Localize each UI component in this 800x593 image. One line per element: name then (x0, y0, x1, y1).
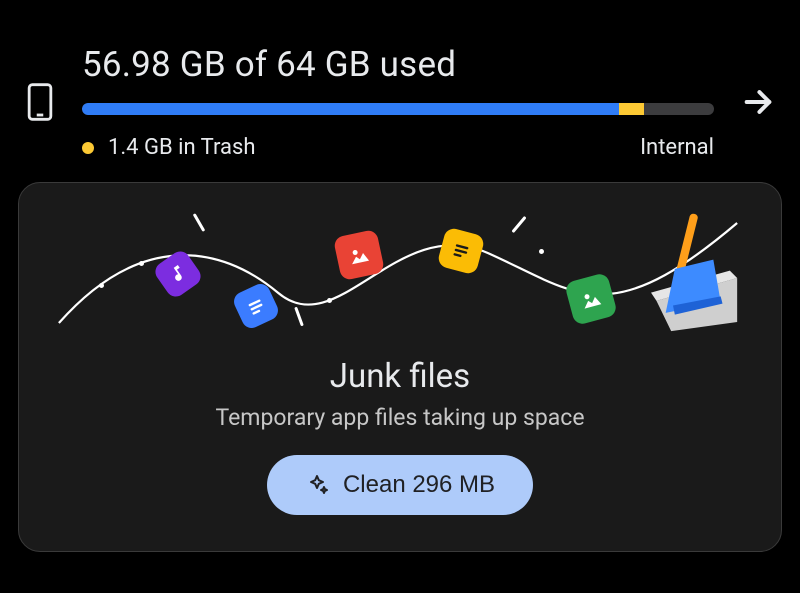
arrow-right-icon[interactable] (740, 84, 776, 120)
speck (539, 249, 544, 254)
junk-files-title: Junk files (330, 357, 470, 396)
storage-progress-bar (82, 103, 714, 115)
speck (99, 283, 104, 288)
cleaning-illustration (19, 183, 781, 343)
storage-summary: 56.98 GB of 64 GB used 1.4 GB in Trash I… (82, 44, 714, 160)
phone-icon (24, 79, 56, 125)
trash-dot (82, 142, 94, 154)
trash-info: 1.4 GB in Trash (82, 135, 255, 160)
image-icon (333, 229, 385, 281)
speck (327, 298, 332, 303)
speck (139, 261, 144, 266)
clean-button[interactable]: Clean 296 MB (267, 455, 533, 515)
junk-files-card: Junk files Temporary app files taking up… (18, 182, 782, 552)
progress-used-segment (82, 103, 619, 115)
storage-type-label: Internal (640, 135, 714, 160)
clean-button-label: Clean 296 MB (343, 471, 495, 499)
storage-headline: 56.98 GB of 64 GB used (82, 44, 714, 85)
broom-dustpan-icon (629, 213, 739, 343)
junk-files-subtitle: Temporary app files taking up space (215, 404, 584, 431)
trash-label: 1.4 GB in Trash (108, 135, 255, 160)
storage-overview[interactable]: 56.98 GB of 64 GB used 1.4 GB in Trash I… (0, 0, 800, 160)
storage-subrow: 1.4 GB in Trash Internal (82, 135, 714, 160)
progress-trash-segment (619, 103, 644, 115)
sparkle-icon (305, 473, 329, 497)
